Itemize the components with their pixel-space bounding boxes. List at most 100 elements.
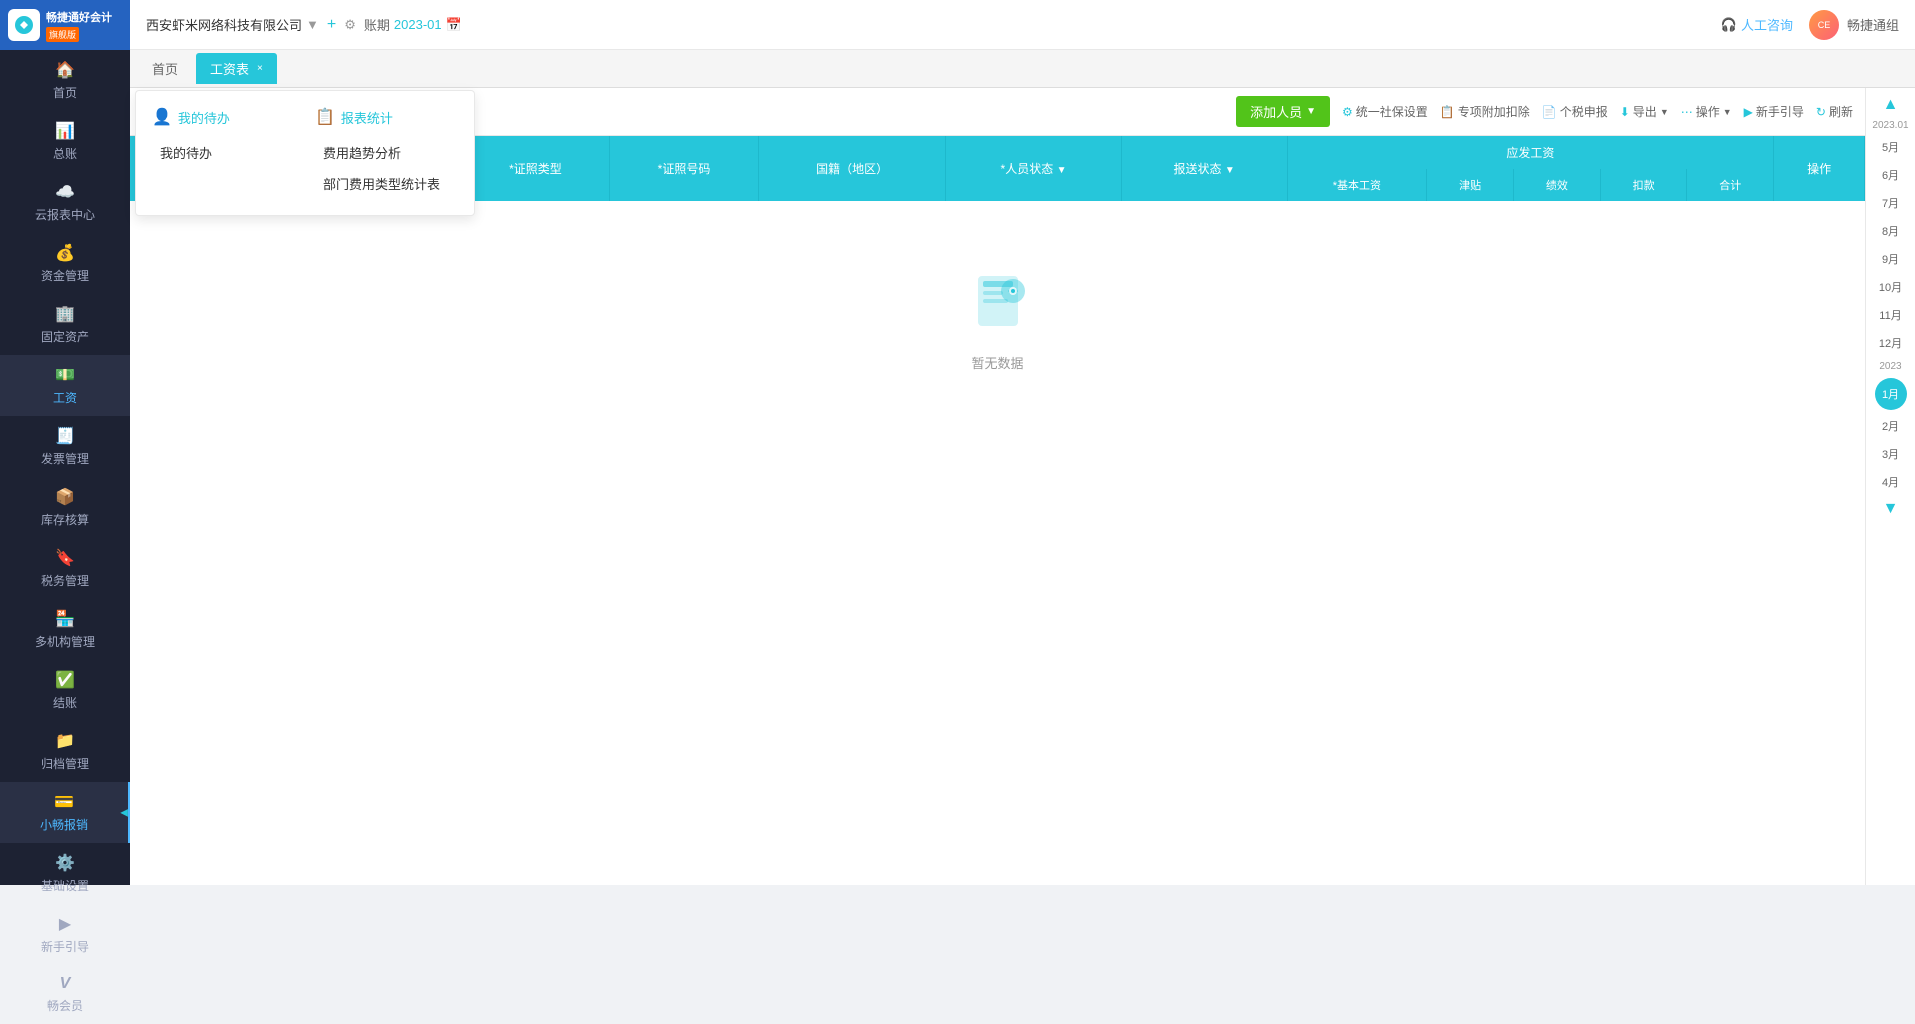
popup-col-todo: 👤 我的待办 我的待办: [152, 107, 295, 199]
th-operation: 操作: [1774, 136, 1865, 201]
play-icon: ▶: [59, 914, 71, 934]
company-dropdown-icon: ▼: [306, 17, 319, 32]
service-btn[interactable]: 🎧 人工咨询: [1721, 15, 1793, 34]
toolbar-actions: 添加人员 ▼ ⚙ 统一社保设置 📋 专项附加扣除 📄 个税申报: [1236, 96, 1853, 127]
add-company-btn[interactable]: +: [327, 16, 336, 34]
invoice-icon: 🧾: [55, 426, 75, 446]
sidebar-item-label: 总账: [53, 145, 77, 162]
popup-col-todo-title: 👤 我的待办: [152, 107, 295, 127]
operations-label: 操作: [1696, 103, 1720, 120]
month-3[interactable]: 3月: [1866, 440, 1915, 468]
sidebar-item-invoice[interactable]: 🧾 发票管理: [0, 416, 130, 477]
tab-salary[interactable]: 工资表 ×: [196, 53, 277, 84]
tabbar: 首页 工资表 ×: [130, 50, 1915, 88]
sidebar-item-label: 畅会员: [47, 997, 83, 1014]
sidebar-item-settlement[interactable]: ✅ 结账: [0, 660, 130, 721]
month-10[interactable]: 10月: [1866, 273, 1915, 301]
fund-icon: 💰: [55, 243, 75, 263]
sidebar-item-general-ledger[interactable]: 📊 总账: [0, 111, 130, 172]
sidebar-item-label: 云报表中心: [35, 206, 95, 223]
vip-icon: V: [60, 975, 71, 993]
month-7[interactable]: 7月: [1866, 189, 1915, 217]
sidebar-item-label: 基础设置: [41, 877, 89, 894]
settings-btn[interactable]: ⚙: [344, 17, 356, 33]
month-4[interactable]: 4月: [1866, 468, 1915, 496]
social-insurance-label: 统一社保设置: [1356, 103, 1428, 120]
popup-item-cost-trend[interactable]: 费用趋势分析: [315, 137, 458, 168]
refresh-link[interactable]: ↻ 刷新: [1816, 103, 1853, 120]
sidebar-item-tax[interactable]: 🔖 税务管理: [0, 538, 130, 599]
sidebar-item-fund-mgmt[interactable]: 💰 资金管理: [0, 233, 130, 294]
sidebar-item-label: 税务管理: [41, 572, 89, 589]
tax-icon: 🔖: [55, 548, 75, 568]
month-1[interactable]: 1月: [1875, 378, 1907, 410]
expand-icon: ◀: [120, 807, 128, 818]
status-filter-icon[interactable]: ▼: [1057, 165, 1067, 176]
tax-report-link[interactable]: 📄 个税申报: [1542, 103, 1608, 120]
sidebar-item-label: 结账: [53, 694, 77, 711]
special-deduction-link[interactable]: 📋 专项附加扣除: [1440, 103, 1530, 120]
expense-icon: 💳: [54, 792, 74, 812]
month-2[interactable]: 2月: [1866, 412, 1915, 440]
sidebar-item-archive[interactable]: 📁 归档管理: [0, 721, 130, 782]
popup-item-dept-cost[interactable]: 部门费用类型统计表: [315, 168, 458, 199]
operations-icon: ⋯: [1681, 105, 1693, 119]
user-name: 畅捷通组: [1847, 15, 1899, 34]
sidebar-item-multi-org[interactable]: 🏪 多机构管理: [0, 599, 130, 660]
sidebar-item-basic-settings[interactable]: ⚙️ 基础设置: [0, 843, 130, 904]
sidebar-item-xiao-chang-xiao[interactable]: 💳 小畅报销 ◀: [0, 782, 130, 843]
th-deduction: 扣款: [1600, 169, 1687, 201]
social-icon: ⚙: [1342, 105, 1353, 119]
year-2023: 2023: [1879, 357, 1901, 376]
period-display[interactable]: 账期 2023-01 📅: [364, 15, 462, 34]
period-value: 2023-01: [394, 17, 442, 32]
user-info[interactable]: CE 畅捷通组: [1809, 10, 1899, 40]
month-6[interactable]: 6月: [1866, 161, 1915, 189]
refresh-label: 刷新: [1829, 103, 1853, 120]
company-selector[interactable]: 西安虾米网络科技有限公司 ▼: [146, 15, 319, 34]
sidebar-item-home[interactable]: 🏠 首页: [0, 50, 130, 111]
sidebar-item-new-guide[interactable]: ▶ 新手引导: [0, 904, 130, 965]
multi-org-icon: 🏪: [55, 609, 75, 629]
todo-icon: 👤: [152, 107, 172, 127]
month-11[interactable]: 11月: [1866, 301, 1915, 329]
sidebar-item-inventory[interactable]: 📦 库存核算: [0, 477, 130, 538]
operations-link[interactable]: ⋯ 操作 ▼: [1681, 103, 1732, 120]
salary-icon: 💵: [55, 365, 75, 385]
month-8[interactable]: 8月: [1866, 217, 1915, 245]
social-insurance-link[interactable]: ⚙ 统一社保设置: [1342, 103, 1428, 120]
popup-item-todo[interactable]: 我的待办: [152, 137, 295, 168]
export-link[interactable]: ⬇ 导出 ▼: [1620, 103, 1669, 120]
dropdown-popup: 👤 我的待办 我的待办 📋 报表统计 费用趋势分析 部门费用类型统计表: [135, 90, 475, 216]
th-group-salary: 应发工资: [1287, 136, 1774, 169]
tax-report-icon: 📄: [1542, 105, 1557, 119]
th-id-type: *证照类型: [461, 136, 610, 201]
sidebar: 畅捷通好会计 旗舰版 🏠 首页 📊 总账 ☁️ 云报表中心 💰 资金管理 🏢 固…: [0, 0, 130, 885]
sidebar-item-salary[interactable]: 💵 工资: [0, 355, 130, 416]
sidebar-item-cloud-report[interactable]: ☁️ 云报表中心: [0, 172, 130, 233]
th-bonus: 绩效: [1514, 169, 1601, 201]
app-logo: 畅捷通好会计 旗舰版: [0, 0, 130, 50]
month-nav-down[interactable]: ▼: [1879, 496, 1903, 522]
new-guide-link[interactable]: ▶ 新手引导: [1744, 103, 1804, 120]
month-5[interactable]: 5月: [1866, 133, 1915, 161]
cloud-icon: ☁️: [55, 182, 75, 202]
th-subsidy: 津贴: [1427, 169, 1514, 201]
tab-close-icon[interactable]: ×: [257, 63, 263, 74]
logo-icon: [8, 9, 40, 41]
export-label: 导出: [1633, 103, 1657, 120]
sidebar-item-vip[interactable]: V 畅会员: [0, 965, 130, 1024]
month-9[interactable]: 9月: [1866, 245, 1915, 273]
month-nav-up[interactable]: ▲: [1879, 92, 1903, 118]
sidebar-item-fixed-assets[interactable]: 🏢 固定资产: [0, 294, 130, 355]
th-country: 国籍（地区）: [758, 136, 946, 201]
special-deduction-label: 专项附加扣除: [1458, 103, 1530, 120]
sidebar-item-label: 工资: [53, 389, 77, 406]
tax-report-label: 个税申报: [1560, 103, 1608, 120]
add-person-button[interactable]: 添加人员 ▼: [1236, 96, 1330, 127]
building-icon: 🏢: [55, 304, 75, 324]
home-icon: 🏠: [55, 60, 75, 80]
tab-home[interactable]: 首页: [138, 53, 192, 84]
send-filter-icon[interactable]: ▼: [1225, 165, 1235, 176]
month-12[interactable]: 12月: [1866, 329, 1915, 357]
